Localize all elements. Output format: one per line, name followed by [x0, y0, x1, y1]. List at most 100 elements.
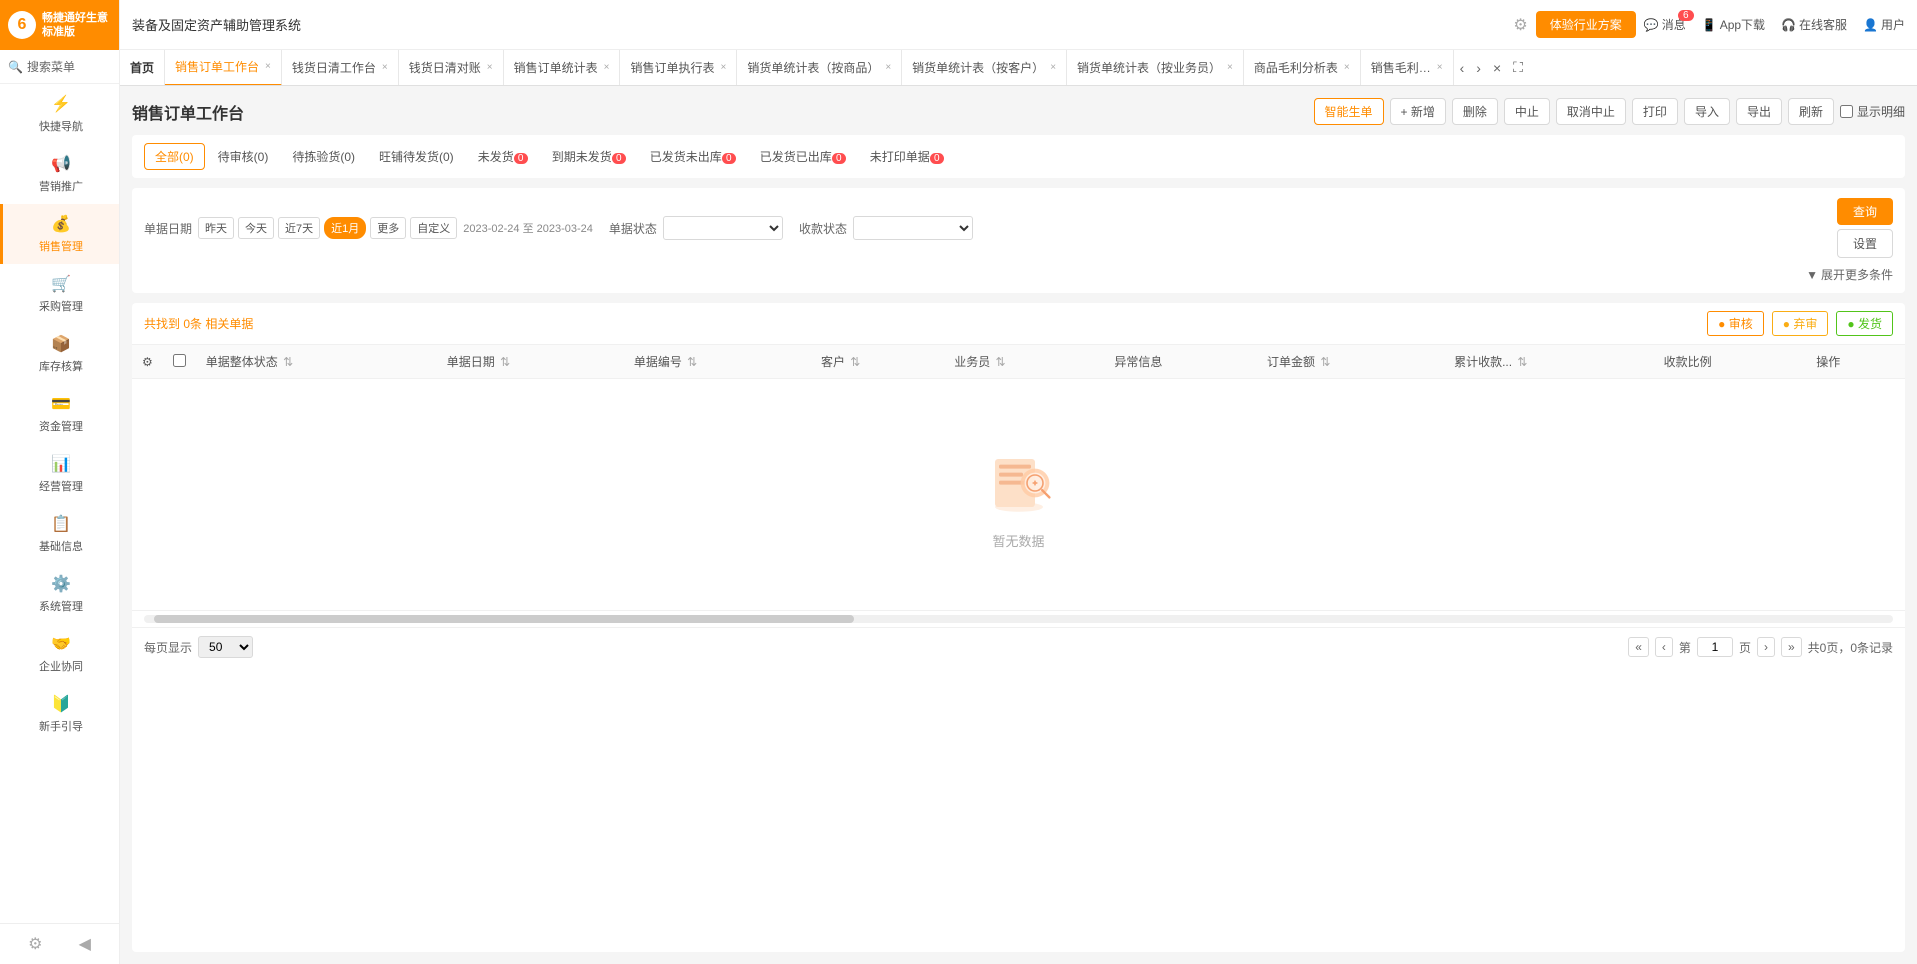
- cancel-stop-btn[interactable]: 取消中止: [1556, 98, 1626, 125]
- filter-tab-overdue-unshipped[interactable]: 到期未发货0: [541, 143, 637, 170]
- ship-btn[interactable]: ● 发货: [1836, 311, 1893, 336]
- tab-close-margin-analysis[interactable]: ×: [1344, 62, 1350, 73]
- date-btn-7days[interactable]: 近7天: [278, 217, 320, 239]
- sidebar-item-system[interactable]: ⚙️ 系统管理: [0, 564, 119, 624]
- prev-page-btn[interactable]: ‹: [1655, 637, 1673, 657]
- sidebar-item-purchase[interactable]: 🛒 采购管理: [0, 264, 119, 324]
- date-btn-yesterday[interactable]: 昨天: [198, 217, 234, 239]
- smart-btn[interactable]: 智能生单: [1314, 98, 1384, 125]
- tab-sales-order[interactable]: 销售订单工作台 ×: [165, 50, 282, 86]
- tab-goods-stats-staff[interactable]: 销货单统计表（按业务员） ×: [1067, 50, 1244, 86]
- filter-tab-unshipped[interactable]: 未发货0: [467, 143, 539, 170]
- import-btn[interactable]: 导入: [1684, 98, 1730, 125]
- tab-home[interactable]: 首页: [120, 50, 165, 86]
- print-btn[interactable]: 打印: [1632, 98, 1678, 125]
- filter-tab-shipped-out[interactable]: 已发货已出库0: [749, 143, 857, 170]
- tab-cash-clear[interactable]: 钱货日清工作台 ×: [282, 50, 399, 86]
- sidebar-item-guide[interactable]: 🔰 新手引导: [0, 684, 119, 744]
- stop-btn[interactable]: 中止: [1504, 98, 1550, 125]
- tab-margin-analysis[interactable]: 商品毛利分析表 ×: [1244, 50, 1361, 86]
- tab-cash-reconcile[interactable]: 钱货日清对账 ×: [399, 50, 504, 86]
- th-customer[interactable]: 客户 ⇅: [811, 345, 944, 379]
- show-detail-label[interactable]: 显示明细: [1840, 103, 1905, 120]
- th-date[interactable]: 单据日期 ⇅: [437, 345, 624, 379]
- cancel-audit-btn[interactable]: ● 弃审: [1772, 311, 1829, 336]
- settings-icon[interactable]: ⚙: [28, 934, 42, 954]
- tab-close-all[interactable]: ×: [1487, 50, 1507, 86]
- sidebar-search[interactable]: 🔍 搜索菜单: [0, 50, 119, 84]
- user-item[interactable]: 👤 用户: [1863, 16, 1905, 33]
- query-btn[interactable]: 查询: [1837, 198, 1893, 225]
- tab-nav-prev[interactable]: ‹: [1454, 50, 1471, 86]
- scrollbar-thumb[interactable]: [154, 615, 854, 623]
- app-download-item[interactable]: 📱 App下载: [1702, 16, 1765, 33]
- filter-tab-shipped-not-out[interactable]: 已发货未出库0: [639, 143, 747, 170]
- th-settings[interactable]: ⚙: [132, 345, 163, 379]
- date-btn-today[interactable]: 今天: [238, 217, 274, 239]
- message-item[interactable]: 💬 消息 6: [1644, 16, 1686, 33]
- export-btn[interactable]: 导出: [1736, 98, 1782, 125]
- th-accumulated[interactable]: 累计收款... ⇅: [1444, 345, 1654, 379]
- scroll-bar[interactable]: [132, 610, 1905, 627]
- first-page-btn[interactable]: «: [1628, 637, 1649, 657]
- tab-close-sales-exec[interactable]: ×: [720, 62, 726, 73]
- table-area: 共找到 0条 相关单据 ● 审核 ● 弃审 ● 发货 ⚙ 单据整体状态 ⇅: [132, 303, 1905, 952]
- tab-close-cash-clear[interactable]: ×: [382, 62, 388, 73]
- collapse-icon[interactable]: ◀: [79, 934, 91, 954]
- th-staff[interactable]: 业务员 ⇅: [944, 345, 1104, 379]
- th-status[interactable]: 单据整体状态 ⇅: [196, 345, 437, 379]
- date-btn-more[interactable]: 更多: [370, 217, 406, 239]
- th-number[interactable]: 单据编号 ⇅: [624, 345, 811, 379]
- tab-close-cash-reconcile[interactable]: ×: [487, 62, 493, 73]
- new-btn[interactable]: + 新增: [1390, 98, 1446, 125]
- date-btn-custom[interactable]: 自定义: [410, 217, 457, 239]
- sidebar-item-sales[interactable]: 💰 销售管理: [0, 204, 119, 264]
- filter-tab-pending-inspect[interactable]: 待拣验货(0): [281, 143, 366, 170]
- next-page-btn[interactable]: ›: [1757, 637, 1775, 657]
- delete-btn[interactable]: 删除: [1452, 98, 1498, 125]
- filter-tab-wangpu[interactable]: 旺铺待发货(0): [368, 143, 465, 170]
- expand-btn[interactable]: ▼ 展开更多条件: [1806, 266, 1893, 283]
- payment-select[interactable]: [853, 216, 973, 240]
- page-size-select[interactable]: 10 20 50 100: [198, 636, 253, 658]
- tab-close-sales-margin[interactable]: ×: [1437, 62, 1443, 73]
- set-btn[interactable]: 设置: [1837, 229, 1893, 258]
- show-detail-checkbox[interactable]: [1840, 105, 1853, 118]
- sidebar-item-enterprise[interactable]: 🤝 企业协同: [0, 624, 119, 684]
- tab-close-goods-stats-product[interactable]: ×: [885, 62, 891, 73]
- filter-tab-all[interactable]: 全部(0): [144, 143, 205, 170]
- tab-close-sales-order[interactable]: ×: [265, 61, 271, 72]
- online-service-item[interactable]: 🎧 在线客服: [1781, 16, 1847, 33]
- refresh-btn[interactable]: 刷新: [1788, 98, 1834, 125]
- industry-btn[interactable]: 体验行业方案: [1536, 11, 1636, 38]
- main-area: 装备及固定资产辅助管理系统 ⚙ 体验行业方案 💬 消息 6 📱 App下载 🎧 …: [120, 0, 1917, 964]
- select-all-checkbox[interactable]: [173, 354, 186, 367]
- sidebar-item-finance[interactable]: 💳 资金管理: [0, 384, 119, 444]
- tab-goods-stats-customer[interactable]: 销货单统计表（按客户） ×: [902, 50, 1067, 86]
- status-select[interactable]: [663, 216, 783, 240]
- sidebar-item-marketing[interactable]: 📢 营销推广: [0, 144, 119, 204]
- filter-tab-pending-review[interactable]: 待审核(0): [207, 143, 280, 170]
- sidebar-item-inventory[interactable]: 📦 库存核算: [0, 324, 119, 384]
- tab-sales-stats[interactable]: 销售订单统计表 ×: [504, 50, 621, 86]
- sidebar-item-quick-nav[interactable]: ⚡ 快捷导航: [0, 84, 119, 144]
- last-page-btn[interactable]: »: [1781, 637, 1802, 657]
- tab-close-sales-stats[interactable]: ×: [604, 62, 610, 73]
- audit-btn[interactable]: ● 审核: [1707, 311, 1764, 336]
- tab-close-goods-stats-staff[interactable]: ×: [1227, 62, 1233, 73]
- date-btn-1month[interactable]: 近1月: [324, 217, 366, 239]
- sidebar-item-operation[interactable]: 📊 经营管理: [0, 444, 119, 504]
- tab-sales-exec[interactable]: 销售订单执行表 ×: [620, 50, 737, 86]
- page-input[interactable]: [1697, 637, 1733, 657]
- th-amount[interactable]: 订单金额 ⇅: [1257, 345, 1444, 379]
- tab-close-goods-stats-customer[interactable]: ×: [1050, 62, 1056, 73]
- th-checkbox[interactable]: [163, 345, 196, 379]
- tab-sales-margin[interactable]: 销售毛利… ×: [1361, 50, 1454, 86]
- tab-goods-stats-product[interactable]: 销货单统计表（按商品） ×: [737, 50, 902, 86]
- filter-payment-item: 收款状态: [799, 216, 973, 240]
- filter-tab-unprinted[interactable]: 未打印单据0: [859, 143, 955, 170]
- settings-icon-header[interactable]: ⚙: [1513, 15, 1527, 35]
- tab-fullscreen[interactable]: ⛶: [1507, 50, 1529, 86]
- tab-nav-next[interactable]: ›: [1470, 50, 1487, 86]
- sidebar-item-basic[interactable]: 📋 基础信息: [0, 504, 119, 564]
